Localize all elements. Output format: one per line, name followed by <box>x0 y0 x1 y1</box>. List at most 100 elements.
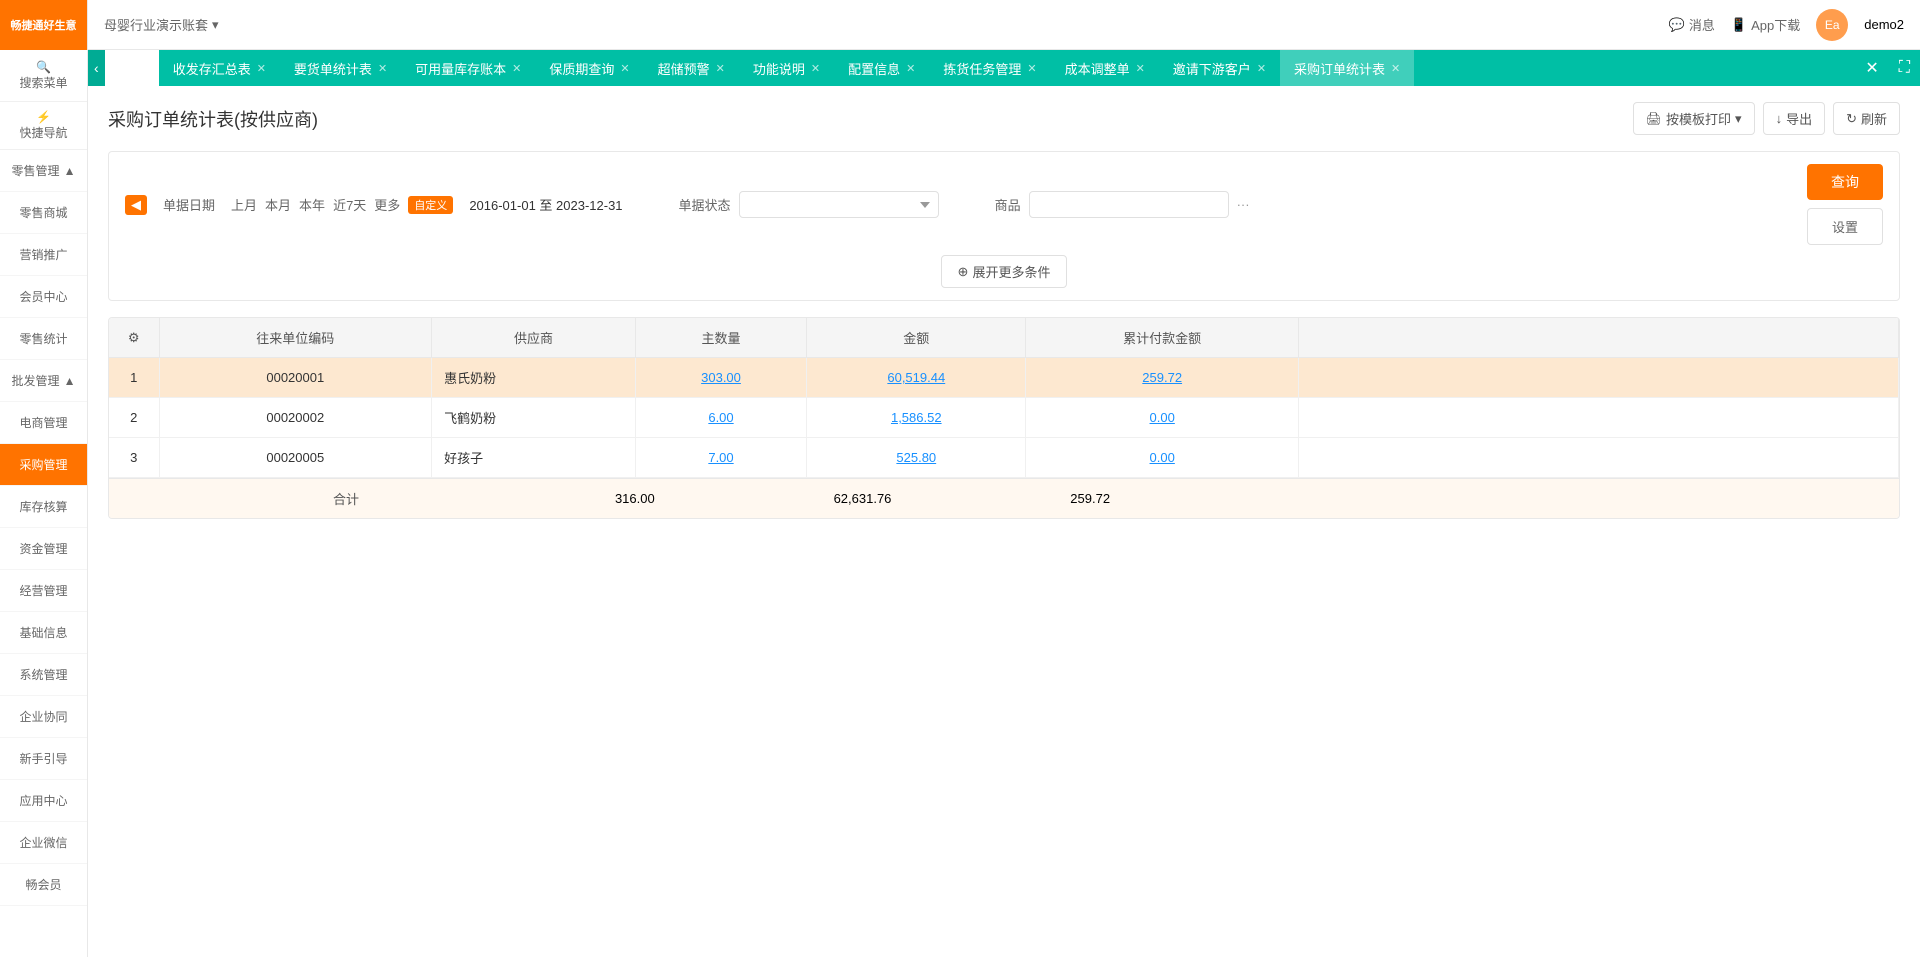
collapse-toggle[interactable]: ◀ <box>125 195 147 215</box>
status-filter: 单据状态 <box>679 191 939 218</box>
date-range-display: 2016-01-01 至 2023-12-31 <box>469 195 622 214</box>
page-header-actions: 🖨 按模板打印 ▾ ↓ 导出 ↻ 刷新 <box>1633 102 1901 135</box>
nav-tab-3[interactable]: 可用量库存账本 ✕ <box>401 50 535 86</box>
sidebar-item-member[interactable]: 会员中心 <box>0 276 87 318</box>
nav-tab-5[interactable]: 超储预警 ✕ <box>644 50 739 86</box>
refresh-button[interactable]: ↻ 刷新 <box>1833 102 1900 135</box>
footer-qty: 316.00 <box>521 491 749 506</box>
query-actions: 查询 设置 <box>1807 164 1883 245</box>
close-tab-active[interactable]: ✕ <box>1391 62 1400 75</box>
row-supplier: 惠氏奶粉 <box>432 358 636 398</box>
sidebar-search[interactable]: 🔍 搜索菜单 <box>0 50 87 102</box>
nav-tab-active[interactable]: 采购订单统计表 ✕ <box>1280 50 1414 86</box>
topbar-right: 💬 消息 📱 App下载 Ea demo2 <box>1669 9 1904 41</box>
page-header: 采购订单统计表(按供应商) 🖨 按模板打印 ▾ ↓ 导出 ↻ 刷新 <box>108 102 1900 135</box>
print-button[interactable]: 🖨 按模板打印 ▾ <box>1633 102 1755 135</box>
nav-tab-7[interactable]: 配置信息 ✕ <box>834 50 929 86</box>
close-tab-8[interactable]: ✕ <box>1027 62 1036 75</box>
row-paid: 0.00 <box>1026 438 1299 478</box>
sidebar-item-retail-stats[interactable]: 零售统计 <box>0 318 87 360</box>
nav-tab-home[interactable]: 首页 <box>105 50 159 86</box>
table-row[interactable]: 3 00020005 好孩子 7.00 525.80 0.00 <box>109 438 1899 478</box>
expand-more-row: ⊕ 展开更多条件 <box>125 255 1883 288</box>
sidebar-item-wholesale[interactable]: 批发管理 ▲ <box>0 360 87 402</box>
export-icon: ↓ <box>1776 111 1783 126</box>
workspace-selector[interactable]: 母婴行业演示账套 ▾ <box>104 15 219 34</box>
nav-tab-10[interactable]: 邀请下游客户 ✕ <box>1159 50 1280 86</box>
close-tab-3[interactable]: ✕ <box>512 62 521 75</box>
shortcut-this-year[interactable]: 本年 <box>299 195 325 214</box>
nav-tab-9[interactable]: 成本调整单 ✕ <box>1051 50 1159 86</box>
expand-more-button[interactable]: ⊕ 展开更多条件 <box>941 255 1068 288</box>
sidebar-item-app-center[interactable]: 应用中心 <box>0 780 87 822</box>
sidebar-item-newbie[interactable]: 新手引导 <box>0 738 87 780</box>
sidebar-item-enterprise[interactable]: 企业协同 <box>0 696 87 738</box>
row-supplier: 好孩子 <box>432 438 636 478</box>
app-download-button[interactable]: 📱 App下载 <box>1731 15 1800 34</box>
nav-tab-8[interactable]: 拣货任务管理 ✕ <box>929 50 1050 86</box>
sidebar: 畅捷通好生意 🔍 搜索菜单 ⚡ 快捷导航 零售管理 ▲ 零售商城 营销推广 会员… <box>0 0 88 957</box>
user-avatar[interactable]: Ea <box>1816 9 1848 41</box>
close-tab-4[interactable]: ✕ <box>620 62 629 75</box>
settings-button[interactable]: 设置 <box>1807 208 1883 245</box>
goods-filter-label: 商品 <box>995 195 1021 214</box>
shortcut-7days[interactable]: 近7天 <box>333 195 366 214</box>
nav-tab-2[interactable]: 要货单统计表 ✕ <box>280 50 401 86</box>
data-table-container: ⚙ 往来单位编码 供应商 主数量 金额 累计付款金额 1 00020001 <box>108 317 1900 519</box>
close-tab-5[interactable]: ✕ <box>716 62 725 75</box>
page-content: 采购订单统计表(按供应商) 🖨 按模板打印 ▾ ↓ 导出 ↻ 刷新 <box>88 86 1920 957</box>
sidebar-item-retail-mgmt[interactable]: 零售管理 ▲ <box>0 150 87 192</box>
status-filter-label: 单据状态 <box>679 195 731 214</box>
shortcut-more[interactable]: 更多 <box>374 195 400 214</box>
close-tab-2[interactable]: ✕ <box>378 62 387 75</box>
sidebar-item-inventory[interactable]: 库存核算 <box>0 486 87 528</box>
row-seq: 3 <box>109 438 159 478</box>
shortcut-this-month[interactable]: 本月 <box>265 195 291 214</box>
sidebar-item-purchase[interactable]: 采购管理 <box>0 444 87 486</box>
close-tab-1[interactable]: ✕ <box>257 62 266 75</box>
goods-input[interactable] <box>1029 191 1229 218</box>
table-row[interactable]: 1 00020001 惠氏奶粉 303.00 60,519.44 259.72 <box>109 358 1899 398</box>
close-tab-6[interactable]: ✕ <box>811 62 820 75</box>
nav-scroll-left[interactable]: ‹ <box>88 50 105 86</box>
msg-button[interactable]: 💬 消息 <box>1669 15 1715 34</box>
sidebar-item-retail-mall[interactable]: 零售商城 <box>0 192 87 234</box>
sidebar-item-operations[interactable]: 经营管理 <box>0 570 87 612</box>
sidebar-item-wechat[interactable]: 企业微信 <box>0 822 87 864</box>
col-settings[interactable]: ⚙ <box>109 318 159 358</box>
sidebar-item-marketing[interactable]: 营销推广 <box>0 234 87 276</box>
sidebar-item-basic-info[interactable]: 基础信息 <box>0 612 87 654</box>
more-icon[interactable]: ··· <box>1237 197 1250 212</box>
export-button[interactable]: ↓ 导出 <box>1763 102 1826 135</box>
status-select[interactable] <box>739 191 939 218</box>
col-code: 往来单位编码 <box>159 318 432 358</box>
col-qty: 主数量 <box>635 318 806 358</box>
table-footer: 合计 316.00 62,631.76 259.72 <box>109 478 1899 518</box>
nav-tab-1[interactable]: 收发存汇总表 ✕ <box>159 50 280 86</box>
main-area: 母婴行业演示账套 ▾ 💬 消息 📱 App下载 Ea demo2 ‹ 首页 收 <box>88 0 1920 957</box>
nav-fullscreen-btn[interactable]: ⛶ <box>1889 50 1920 86</box>
nav-close-btn[interactable]: ✕ <box>1855 50 1888 86</box>
footer-paid: 259.72 <box>976 491 1204 506</box>
nav-tab-6[interactable]: 功能说明 ✕ <box>739 50 834 86</box>
refresh-icon: ↻ <box>1846 111 1857 127</box>
print-icon: 🖨 <box>1646 111 1663 127</box>
sidebar-item-vip[interactable]: 畅会员 <box>0 864 87 906</box>
row-amount: 1,586.52 <box>807 398 1026 438</box>
col-supplier: 供应商 <box>432 318 636 358</box>
sidebar-item-system[interactable]: 系统管理 <box>0 654 87 696</box>
row-code: 00020005 <box>159 438 432 478</box>
sidebar-item-finance[interactable]: 资金管理 <box>0 528 87 570</box>
row-qty: 6.00 <box>635 398 806 438</box>
shortcut-last-month[interactable]: 上月 <box>231 195 257 214</box>
close-tab-10[interactable]: ✕ <box>1257 62 1266 75</box>
sidebar-quick-nav[interactable]: ⚡ 快捷导航 <box>0 102 87 150</box>
nav-tab-4[interactable]: 保质期查询 ✕ <box>535 50 643 86</box>
close-tab-7[interactable]: ✕ <box>906 62 915 75</box>
date-shortcuts: 上月 本月 本年 近7天 更多 自定义 <box>231 195 453 214</box>
sidebar-item-ecommerce[interactable]: 电商管理 <box>0 402 87 444</box>
row-code: 00020002 <box>159 398 432 438</box>
query-button[interactable]: 查询 <box>1807 164 1883 200</box>
close-tab-9[interactable]: ✕ <box>1136 62 1145 75</box>
table-row[interactable]: 2 00020002 飞鹤奶粉 6.00 1,586.52 0.00 <box>109 398 1899 438</box>
